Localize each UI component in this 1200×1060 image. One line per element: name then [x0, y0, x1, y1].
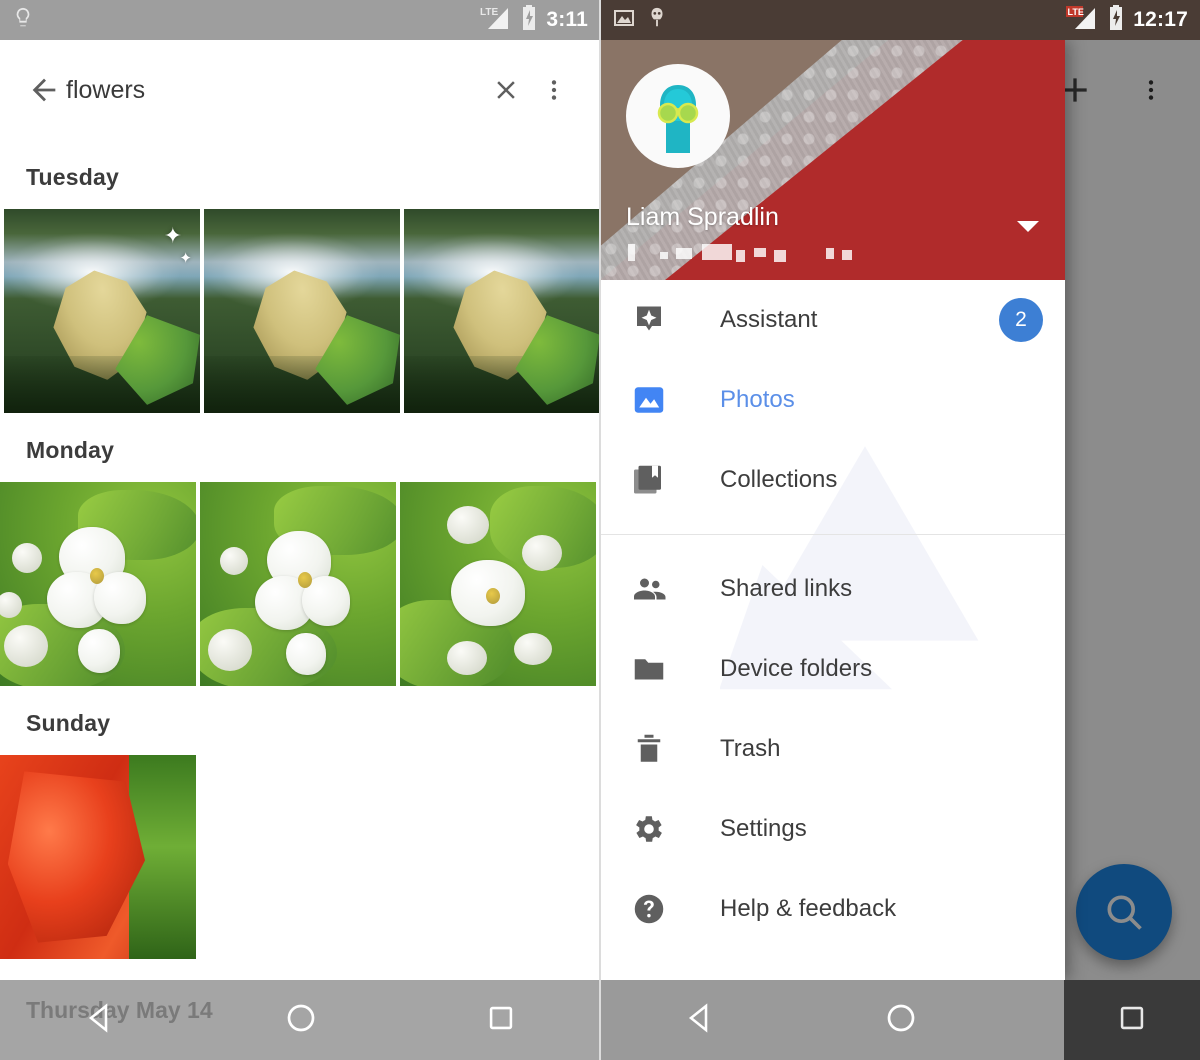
day-header-monday: Monday	[26, 437, 115, 463]
photo-thumb[interactable]	[204, 209, 400, 413]
close-icon[interactable]	[482, 66, 530, 114]
right-phone-screen: LTE 12:17 Liam Spradlin Assistant 2 Phot…	[600, 0, 1200, 1060]
folder-icon	[626, 651, 672, 687]
recents-square-icon[interactable]	[1115, 1001, 1149, 1040]
photo-row-tuesday: ✦ ✦	[0, 209, 600, 413]
assistant-badge: 2	[999, 298, 1043, 342]
lte-signal-icon: LTE	[1065, 4, 1099, 37]
sparkle-icon: ✦	[179, 250, 192, 267]
drawer-item-help-feedback[interactable]: Help & feedback	[600, 869, 1065, 949]
drawer-item-label: Shared links	[720, 575, 853, 602]
right-status-bar: LTE 12:17	[600, 0, 1200, 40]
gear-icon	[626, 811, 672, 847]
drawer-item-label: Device folders	[720, 655, 873, 682]
lte-signal-icon: LTE	[478, 4, 512, 37]
battery-charging-icon	[520, 4, 538, 37]
help-circle-icon	[626, 891, 672, 927]
drawer-item-trash[interactable]: Trash	[600, 709, 1065, 789]
drawer-account-header[interactable]: Liam Spradlin	[600, 40, 1065, 280]
pushbullet-icon	[646, 5, 668, 36]
drawer-item-settings[interactable]: Settings	[600, 789, 1065, 869]
photo-thumb[interactable]: ✦ ✦	[4, 209, 200, 413]
drawer-item-shared-links[interactable]: Shared links	[600, 549, 1065, 629]
avatar[interactable]	[626, 64, 730, 168]
right-navbar-dim-region	[1064, 980, 1200, 1060]
panel-divider	[599, 0, 601, 1060]
chevron-down-icon[interactable]	[1017, 221, 1039, 232]
drawer-item-label: Photos	[720, 386, 795, 413]
drawer-item-collections[interactable]: Collections	[600, 440, 1065, 520]
back-arrow-icon[interactable]	[20, 66, 68, 114]
battery-charging-icon	[1107, 4, 1125, 37]
trash-icon	[626, 731, 672, 767]
photo-row-monday	[0, 482, 600, 686]
people-icon	[626, 571, 672, 607]
drawer-item-label: Trash	[720, 735, 781, 762]
photos-image-icon	[626, 382, 672, 418]
left-phone-screen: LTE 3:11 flowers Tuesday ✦ ✦ Monday Sund…	[0, 0, 600, 1060]
search-toolbar: flowers	[0, 40, 600, 140]
recents-square-icon[interactable]	[484, 1001, 518, 1040]
left-clock: 3:11	[546, 8, 588, 31]
drawer-item-label: Collections	[720, 466, 838, 493]
photo-thumb[interactable]	[404, 209, 600, 413]
assistant-sparkle-icon	[626, 302, 672, 338]
drawer-item-label: Settings	[720, 815, 807, 842]
photo-thumb[interactable]	[0, 482, 196, 686]
photo-row-sunday	[0, 755, 600, 959]
photo-thumb[interactable]	[200, 482, 396, 686]
collections-book-icon	[626, 462, 672, 498]
account-email-redacted	[626, 242, 906, 264]
right-clock: 12:17	[1133, 8, 1188, 31]
sparkle-icon: ✦	[163, 223, 182, 248]
more-vert-icon[interactable]	[530, 66, 578, 114]
back-triangle-icon[interactable]	[82, 1000, 118, 1041]
drawer-item-device-folders[interactable]: Device folders	[600, 629, 1065, 709]
photo-thumb[interactable]	[400, 482, 596, 686]
svg-text:LTE: LTE	[480, 7, 498, 18]
drawer-item-assistant[interactable]: Assistant 2	[600, 280, 1065, 360]
photo-notification-icon	[612, 6, 636, 35]
search-input[interactable]: flowers	[66, 76, 482, 105]
back-triangle-icon[interactable]	[682, 1000, 718, 1041]
photo-grid-scroll[interactable]: Tuesday ✦ ✦ Monday Sunday	[0, 140, 600, 1060]
day-header-tuesday: Tuesday	[26, 164, 120, 190]
drawer-item-photos[interactable]: Photos	[600, 360, 1065, 440]
svg-text:LTE: LTE	[1068, 7, 1084, 17]
navigation-drawer: Liam Spradlin Assistant 2 Photos Collect…	[600, 40, 1065, 980]
home-circle-icon[interactable]	[283, 1000, 319, 1041]
account-name: Liam Spradlin	[626, 203, 779, 231]
left-status-bar: LTE 3:11	[0, 0, 600, 40]
drawer-item-label: Help & feedback	[720, 895, 897, 922]
drawer-menu: Assistant 2 Photos Collections Shared li…	[600, 280, 1065, 980]
drawer-item-label: Assistant	[720, 306, 818, 333]
photo-thumb[interactable]	[0, 755, 196, 959]
lightbulb-icon	[12, 5, 34, 36]
day-header-sunday: Sunday	[26, 710, 111, 736]
home-circle-icon[interactable]	[883, 1000, 919, 1041]
left-navigation-bar	[0, 980, 600, 1060]
drawer-divider	[600, 534, 1065, 535]
